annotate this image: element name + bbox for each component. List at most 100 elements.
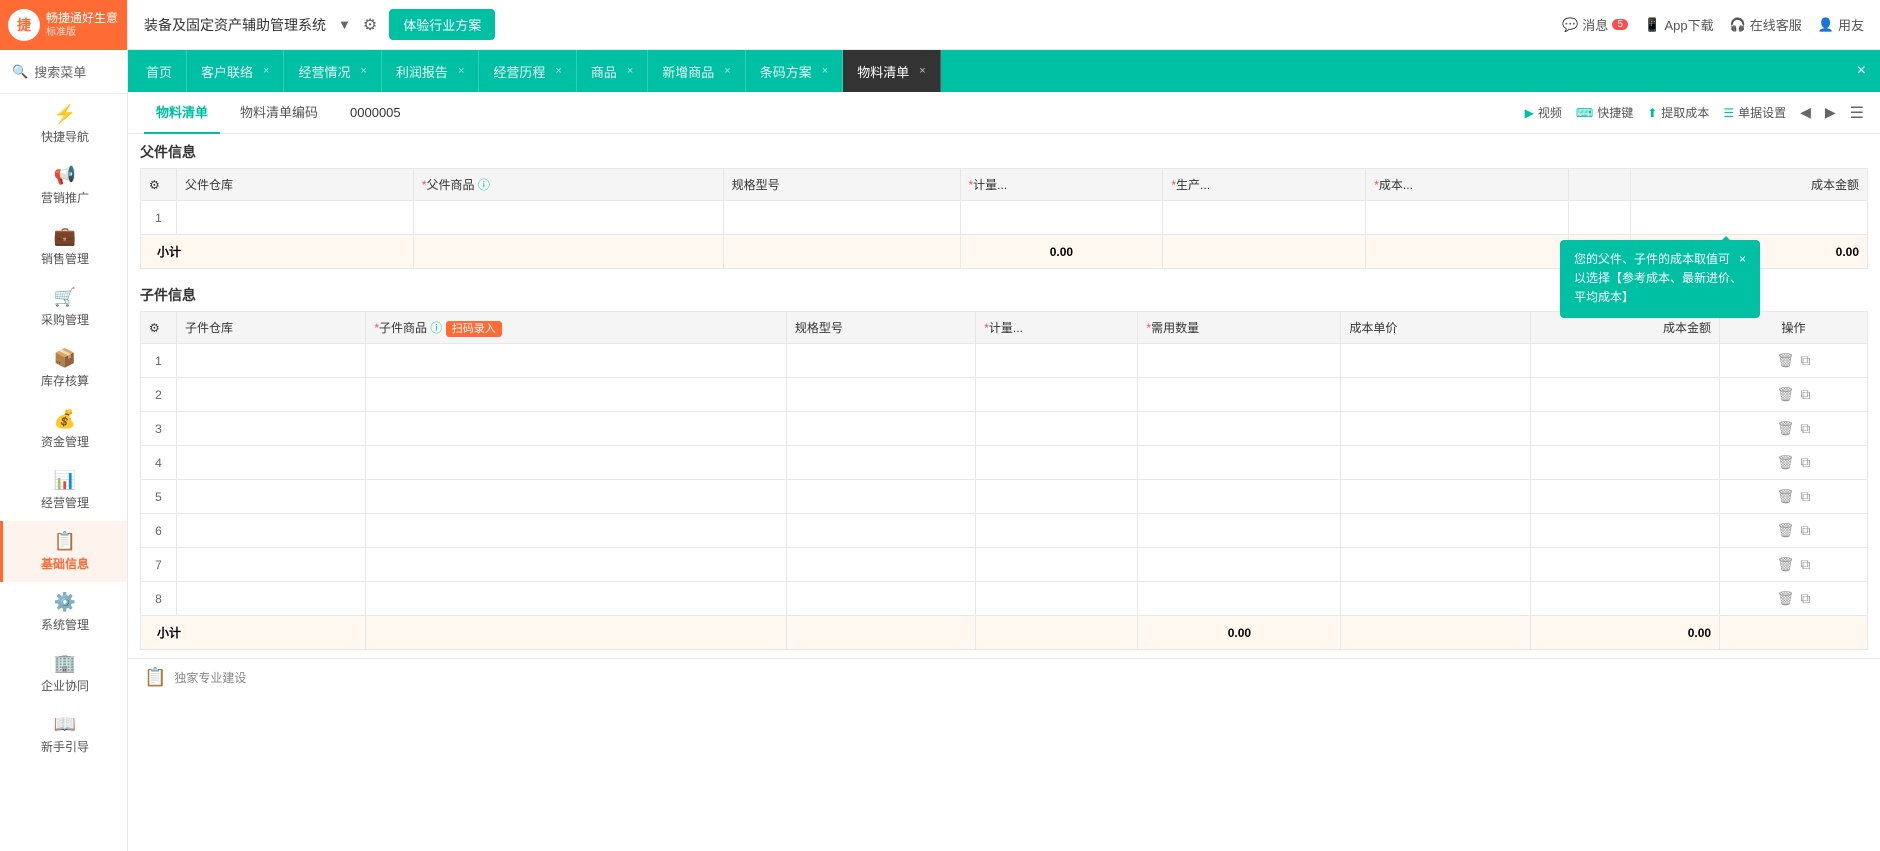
child-cell-warehouse[interactable] [177, 480, 366, 514]
tab-close-icon[interactable]: × [458, 65, 464, 77]
sidebar-item-system[interactable]: ⚙️ 系统管理 [0, 582, 127, 643]
copy-icon[interactable]: ⧉ [1800, 454, 1810, 471]
menu-icon[interactable]: ☰ [1850, 103, 1864, 123]
child-cell-spec[interactable] [786, 548, 975, 582]
copy-icon[interactable]: ⧉ [1800, 590, 1810, 607]
message-button[interactable]: 💬 消息 5 [1562, 15, 1628, 34]
child-cell-unit[interactable] [976, 514, 1138, 548]
delete-icon[interactable]: 🗑 [1777, 590, 1795, 607]
copy-icon[interactable]: ⧉ [1800, 420, 1810, 437]
child-cell-goods[interactable] [366, 514, 786, 548]
sidebar-search-area[interactable]: 🔍 搜索菜单 [0, 50, 127, 94]
child-cell-goods[interactable] [366, 344, 786, 378]
dropdown-arrow-icon[interactable]: ▼ [338, 17, 351, 32]
parent-cell-goods[interactable] [413, 201, 723, 235]
tooltip-close-button[interactable]: × [1739, 250, 1746, 269]
prev-icon[interactable]: ◀ [1800, 104, 1811, 121]
child-cell-warehouse[interactable] [177, 412, 366, 446]
child-cell-spec[interactable] [786, 344, 975, 378]
child-cell-amount[interactable] [1530, 344, 1719, 378]
child-cell-unit-cost[interactable] [1341, 582, 1530, 616]
sidebar-item-inventory[interactable]: 📦 库存核算 [0, 338, 127, 399]
view-button[interactable]: ▶ 视频 [1525, 104, 1562, 121]
child-cell-goods[interactable] [366, 446, 786, 480]
child-cell-unit[interactable] [976, 582, 1138, 616]
copy-icon[interactable]: ⧉ [1800, 386, 1810, 403]
delete-icon[interactable]: 🗑 [1777, 386, 1795, 403]
tab-goods[interactable]: 商品 × [577, 50, 648, 92]
parent-cell-unit[interactable] [960, 201, 1163, 235]
child-cell-amount[interactable] [1530, 480, 1719, 514]
child-cell-qty[interactable] [1138, 446, 1341, 480]
try-button[interactable]: 体验行业方案 [389, 9, 495, 40]
scan-badge[interactable]: 扫码录入 [446, 321, 502, 337]
shortcut-button[interactable]: ⌨ 快捷键 [1576, 104, 1633, 121]
delete-icon[interactable]: 🗑 [1777, 352, 1795, 369]
child-cell-spec[interactable] [786, 378, 975, 412]
child-cell-unit[interactable] [976, 548, 1138, 582]
tab-profit[interactable]: 利润报告 × [382, 50, 479, 92]
child-cell-goods[interactable] [366, 480, 786, 514]
search-button[interactable]: 🔍 搜索菜单 [8, 58, 119, 85]
copy-icon[interactable]: ⧉ [1800, 556, 1810, 573]
tab-close-icon[interactable]: × [724, 65, 730, 77]
tab-history[interactable]: 经营历程 × [479, 50, 576, 92]
delete-icon[interactable]: 🗑 [1777, 488, 1795, 505]
app-download-button[interactable]: 📱 App下载 [1644, 15, 1713, 34]
delete-icon[interactable]: 🗑 [1777, 522, 1795, 539]
tab-home[interactable]: 首页 [132, 50, 187, 92]
child-cell-amount[interactable] [1530, 514, 1719, 548]
delete-icon[interactable]: 🗑 [1777, 420, 1795, 437]
copy-icon[interactable]: ⧉ [1800, 352, 1810, 369]
child-cell-qty[interactable] [1138, 480, 1341, 514]
user-button[interactable]: 👤 用友 [1818, 15, 1864, 34]
parent-cell-production[interactable] [1163, 201, 1366, 235]
sidebar-item-basic-info[interactable]: 📋 基础信息 [0, 521, 127, 582]
sidebar-item-guide[interactable]: 📖 新手引导 [0, 704, 127, 765]
subtab-bom-code[interactable]: 物料清单编码 [228, 92, 330, 134]
parent-cell-warehouse[interactable] [177, 201, 414, 235]
child-cell-qty[interactable] [1138, 514, 1341, 548]
tab-new-goods[interactable]: 新增商品 × [648, 50, 745, 92]
tab-barcode[interactable]: 条码方案 × [746, 50, 843, 92]
child-cell-warehouse[interactable] [177, 548, 366, 582]
child-cell-qty[interactable] [1138, 412, 1341, 446]
child-cell-unit[interactable] [976, 480, 1138, 514]
tab-close-icon[interactable]: × [263, 65, 269, 77]
tab-bom[interactable]: 物料清单 × [843, 50, 940, 92]
child-cell-qty[interactable] [1138, 582, 1341, 616]
child-cell-goods[interactable] [366, 378, 786, 412]
child-cell-unit-cost[interactable] [1341, 378, 1530, 412]
sidebar-item-purchase[interactable]: 🛒 采购管理 [0, 277, 127, 338]
tab-close-icon[interactable]: × [360, 65, 366, 77]
parent-cell-amount[interactable] [1631, 201, 1868, 235]
child-cell-unit-cost[interactable] [1341, 344, 1530, 378]
child-cell-unit[interactable] [976, 344, 1138, 378]
sidebar-item-marketing[interactable]: 📢 营销推广 [0, 155, 127, 216]
child-cell-warehouse[interactable] [177, 582, 366, 616]
online-service-button[interactable]: 🎧 在线客服 [1730, 15, 1802, 34]
sidebar-item-enterprise[interactable]: 🏢 企业协同 [0, 643, 127, 704]
child-col-settings[interactable]: ⚙ [141, 312, 177, 344]
child-cell-goods[interactable] [366, 582, 786, 616]
child-cell-qty[interactable] [1138, 344, 1341, 378]
parent-cell-cost[interactable] [1366, 201, 1569, 235]
delete-icon[interactable]: 🗑 [1777, 556, 1795, 573]
next-icon[interactable]: ▶ [1825, 104, 1836, 121]
child-cell-unit-cost[interactable] [1341, 514, 1530, 548]
child-cell-goods[interactable] [366, 548, 786, 582]
child-cell-amount[interactable] [1530, 548, 1719, 582]
child-cell-warehouse[interactable] [177, 446, 366, 480]
child-cell-qty[interactable] [1138, 548, 1341, 582]
child-cell-spec[interactable] [786, 412, 975, 446]
sidebar-item-sales[interactable]: 💼 销售管理 [0, 216, 127, 277]
child-cell-spec[interactable] [786, 480, 975, 514]
parent-cell-spec[interactable] [723, 201, 960, 235]
sidebar-item-operations[interactable]: 📊 经营管理 [0, 460, 127, 521]
single-settings-button[interactable]: ☰ 单据设置 [1723, 104, 1786, 121]
close-all-tabs-button[interactable]: × [1847, 62, 1876, 80]
child-cell-unit-cost[interactable] [1341, 446, 1530, 480]
child-cell-unit[interactable] [976, 412, 1138, 446]
child-cell-amount[interactable] [1530, 582, 1719, 616]
child-cell-qty[interactable] [1138, 378, 1341, 412]
